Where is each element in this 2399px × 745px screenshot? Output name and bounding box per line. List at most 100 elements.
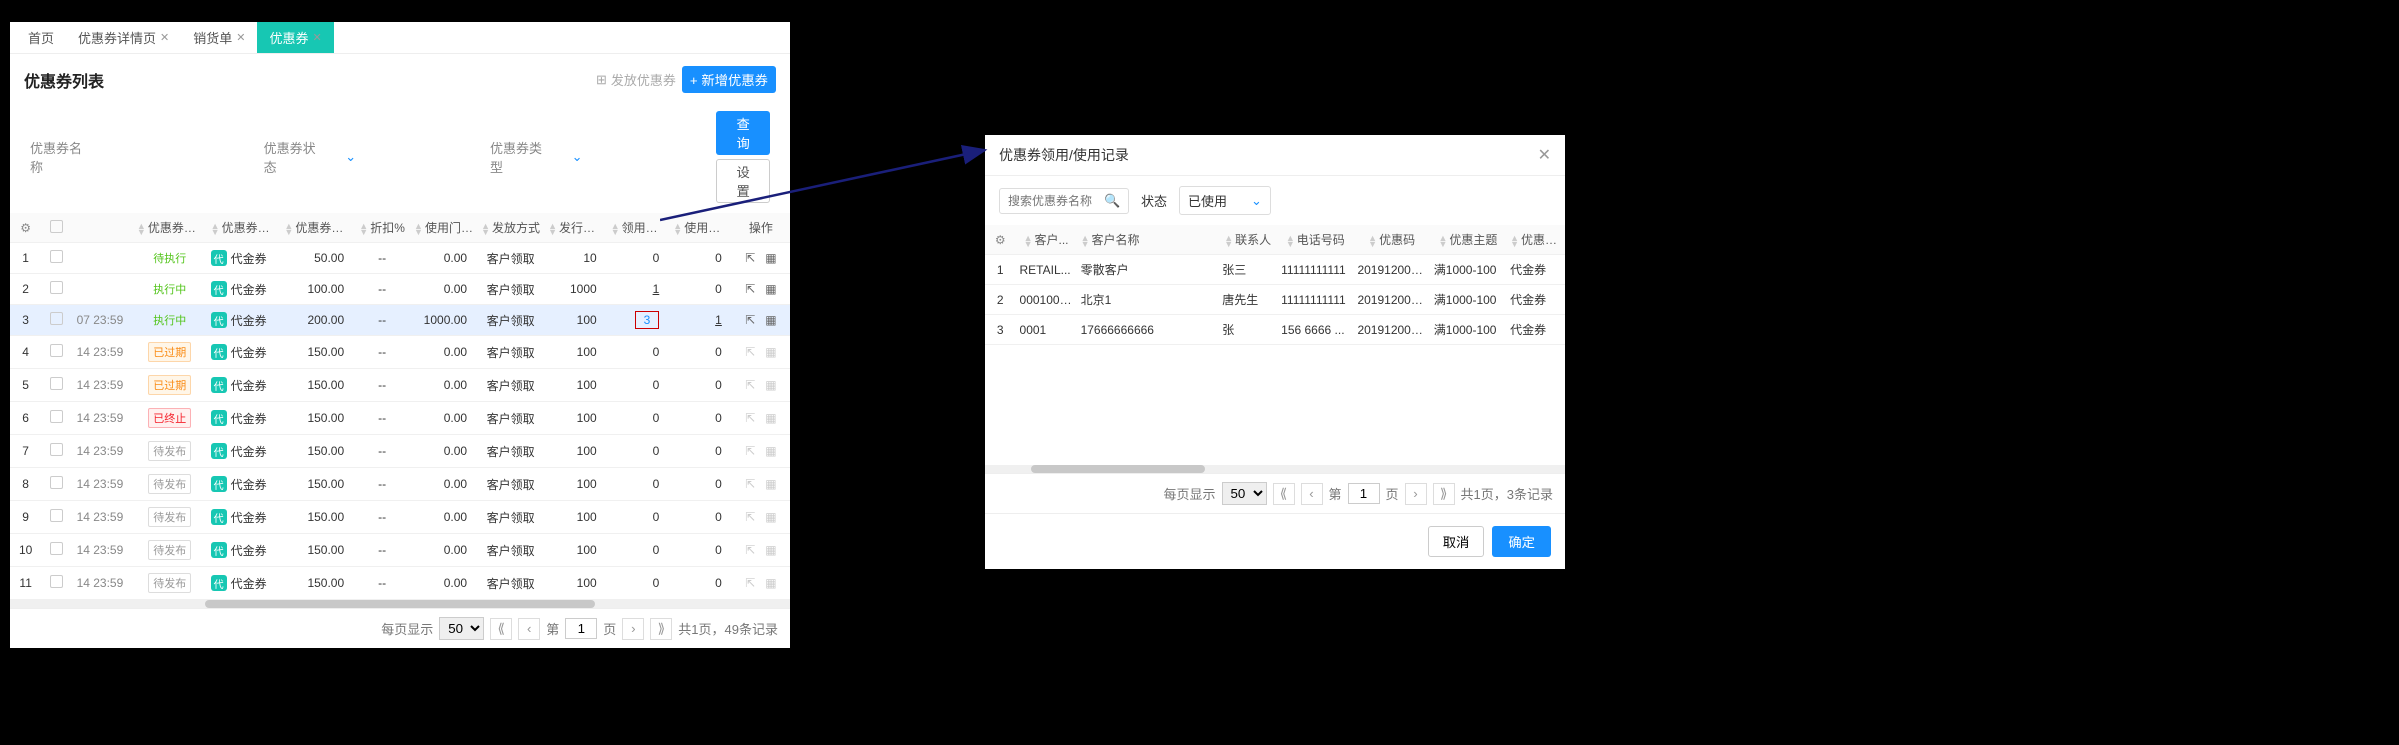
table-row[interactable]: 1114 23:59待发布代代金券150.00--0.00客户领取10000⇱▦ (10, 567, 790, 600)
table-row[interactable]: 614 23:59已终止代代金券150.00--0.00客户领取10000⇱▦ (10, 402, 790, 435)
checkbox-all[interactable] (50, 220, 63, 233)
th-face[interactable]: 优惠券面值 (295, 221, 354, 235)
tab-2[interactable]: 销货单✕ (181, 22, 257, 53)
modal-page-first[interactable]: ⟪ (1273, 483, 1295, 505)
row-checkbox[interactable] (50, 250, 63, 263)
modal-page-prev[interactable]: ‹ (1301, 483, 1323, 505)
modal-status-select[interactable]: 已使用 ⌄ (1179, 186, 1271, 215)
row-checkbox[interactable] (50, 344, 63, 357)
hscroll-track[interactable] (10, 600, 790, 608)
share-icon: ⇱ (745, 510, 755, 524)
row-checkbox[interactable] (50, 377, 63, 390)
add-coupon-button[interactable]: + 新增优惠券 (682, 66, 776, 93)
th-threshold[interactable]: 使用门槛... (425, 221, 477, 235)
modal-hscroll-track[interactable] (985, 465, 1565, 473)
qr-icon[interactable]: ▦ (765, 411, 776, 425)
table-row[interactable]: 914 23:59待发布代代金券150.00--0.00客户领取10000⇱▦ (10, 501, 790, 534)
mth-contact[interactable]: 联系人 (1235, 233, 1271, 247)
table-row[interactable]: 814 23:59待发布代代金券150.00--0.00客户领取10000⇱▦ (10, 468, 790, 501)
modal-table-row[interactable]: 3000117666666666张156 6666 ...2019120070.… (985, 315, 1565, 345)
qr-icon[interactable]: ▦ (765, 313, 776, 327)
receive-count-link[interactable]: 1 (653, 282, 660, 296)
th-status[interactable]: 优惠券状态 (148, 221, 207, 235)
receive-count-link[interactable]: 3 (635, 311, 660, 329)
per-page-select[interactable]: 50 (439, 617, 484, 640)
cancel-button[interactable]: 取消 (1428, 526, 1485, 557)
qr-icon[interactable]: ▦ (765, 576, 776, 590)
use-count-link[interactable]: 1 (715, 313, 722, 327)
share-icon[interactable]: ⇱ (745, 313, 755, 327)
share-icon[interactable]: ⇱ (745, 282, 755, 296)
filter-name-input[interactable] (108, 149, 248, 165)
th-issue-count[interactable]: 发行数量 (559, 221, 607, 235)
gear-icon[interactable]: ⚙ (995, 233, 1006, 247)
table-row[interactable]: 414 23:59已过期代代金券150.00--0.00客户领取10000⇱▦ (10, 336, 790, 369)
qr-icon[interactable]: ▦ (765, 282, 776, 296)
share-icon[interactable]: ⇱ (745, 251, 755, 265)
mth-code[interactable]: 优惠码 (1379, 233, 1415, 247)
filter-status-select[interactable]: ⌄ (341, 149, 474, 165)
th-discount[interactable]: 折扣% (370, 221, 405, 235)
page-first[interactable]: ⟪ (490, 618, 512, 640)
mth-phone[interactable]: 电话号码 (1297, 233, 1345, 247)
row-checkbox[interactable] (50, 312, 63, 325)
modal-pager: 每页显示 50 ⟪ ‹ 第 页 › ⟫ 共1页，3条记录 (985, 473, 1565, 513)
table-row[interactable]: 514 23:59已过期代代金券150.00--0.00客户领取10000⇱▦ (10, 369, 790, 402)
modal-page-next[interactable]: › (1405, 483, 1427, 505)
tab-close-icon[interactable]: ✕ (313, 31, 322, 44)
status-badge: 已过期 (148, 375, 191, 395)
row-checkbox[interactable] (50, 476, 63, 489)
hscroll-thumb[interactable] (205, 600, 595, 608)
mth-kind[interactable]: 优惠券类 (1521, 233, 1565, 247)
modal-page-last[interactable]: ⟫ (1433, 483, 1455, 505)
qr-icon[interactable]: ▦ (765, 251, 776, 265)
modal-search-box[interactable]: 🔍 (999, 188, 1129, 214)
row-checkbox[interactable] (50, 575, 63, 588)
page-input[interactable] (565, 618, 597, 639)
mth-cust-name[interactable]: 客户名称 (1091, 233, 1139, 247)
tab-close-icon[interactable]: ✕ (160, 31, 169, 44)
qr-icon[interactable]: ▦ (765, 510, 776, 524)
table-row[interactable]: 307 23:59执行中代代金券200.00--1000.00客户领取10031… (10, 305, 790, 336)
table-row[interactable]: 1014 23:59待发布代代金券150.00--0.00客户领取10000⇱▦ (10, 534, 790, 567)
page-prev[interactable]: ‹ (518, 618, 540, 640)
qr-icon[interactable]: ▦ (765, 543, 776, 557)
row-checkbox[interactable] (50, 281, 63, 294)
close-icon[interactable]: ✕ (1538, 145, 1551, 165)
page-summary: 共1页，49条记录 (678, 619, 778, 638)
chevron-down-icon: ⌄ (345, 149, 356, 164)
mth-cust-code[interactable]: 客户... (1034, 233, 1068, 247)
row-checkbox[interactable] (50, 542, 63, 555)
modal-table-row[interactable]: 1RETAIL...零散客户张三111111111112019120070...… (985, 255, 1565, 285)
gear-icon[interactable]: ⚙ (20, 221, 31, 235)
row-checkbox[interactable] (50, 443, 63, 456)
page-last[interactable]: ⟫ (650, 618, 672, 640)
table-row[interactable]: 714 23:59待发布代代金券150.00--0.00客户领取10000⇱▦ (10, 435, 790, 468)
qr-icon[interactable]: ▦ (765, 477, 776, 491)
issue-coupon-button[interactable]: ⊞ 发放优惠券 (596, 70, 676, 89)
voucher-icon: 代 (211, 250, 227, 266)
th-distribute[interactable]: 发放方式 (492, 221, 540, 235)
voucher-icon: 代 (211, 312, 227, 328)
tab-0[interactable]: 首页 (16, 22, 66, 53)
qr-icon[interactable]: ▦ (765, 444, 776, 458)
modal-hscroll-thumb[interactable] (1031, 465, 1205, 473)
qr-icon[interactable]: ▦ (765, 345, 776, 359)
table-row[interactable]: 2执行中代代金券100.00--0.00客户领取100010⇱▦ (10, 274, 790, 305)
mth-subject[interactable]: 优惠主题 (1449, 233, 1497, 247)
th-type[interactable]: 优惠券类型 (222, 221, 281, 235)
tab-1[interactable]: 优惠券详情页✕ (66, 22, 181, 53)
row-checkbox[interactable] (50, 509, 63, 522)
modal-per-page-select[interactable]: 50 (1222, 482, 1267, 505)
modal-search-input[interactable] (1008, 194, 1098, 208)
qr-icon[interactable]: ▦ (765, 378, 776, 392)
tab-close-icon[interactable]: ✕ (236, 31, 245, 44)
page-next[interactable]: › (622, 618, 644, 640)
modal-table-row[interactable]: 200010001北京1唐先生111111111112019120070...满… (985, 285, 1565, 315)
search-icon[interactable]: 🔍 (1104, 193, 1120, 209)
tab-3[interactable]: 优惠券✕ (257, 22, 333, 53)
ok-button[interactable]: 确定 (1492, 526, 1551, 557)
row-checkbox[interactable] (50, 410, 63, 423)
table-row[interactable]: 1待执行代代金券50.00--0.00客户领取1000⇱▦ (10, 243, 790, 274)
modal-page-input[interactable] (1348, 483, 1380, 504)
